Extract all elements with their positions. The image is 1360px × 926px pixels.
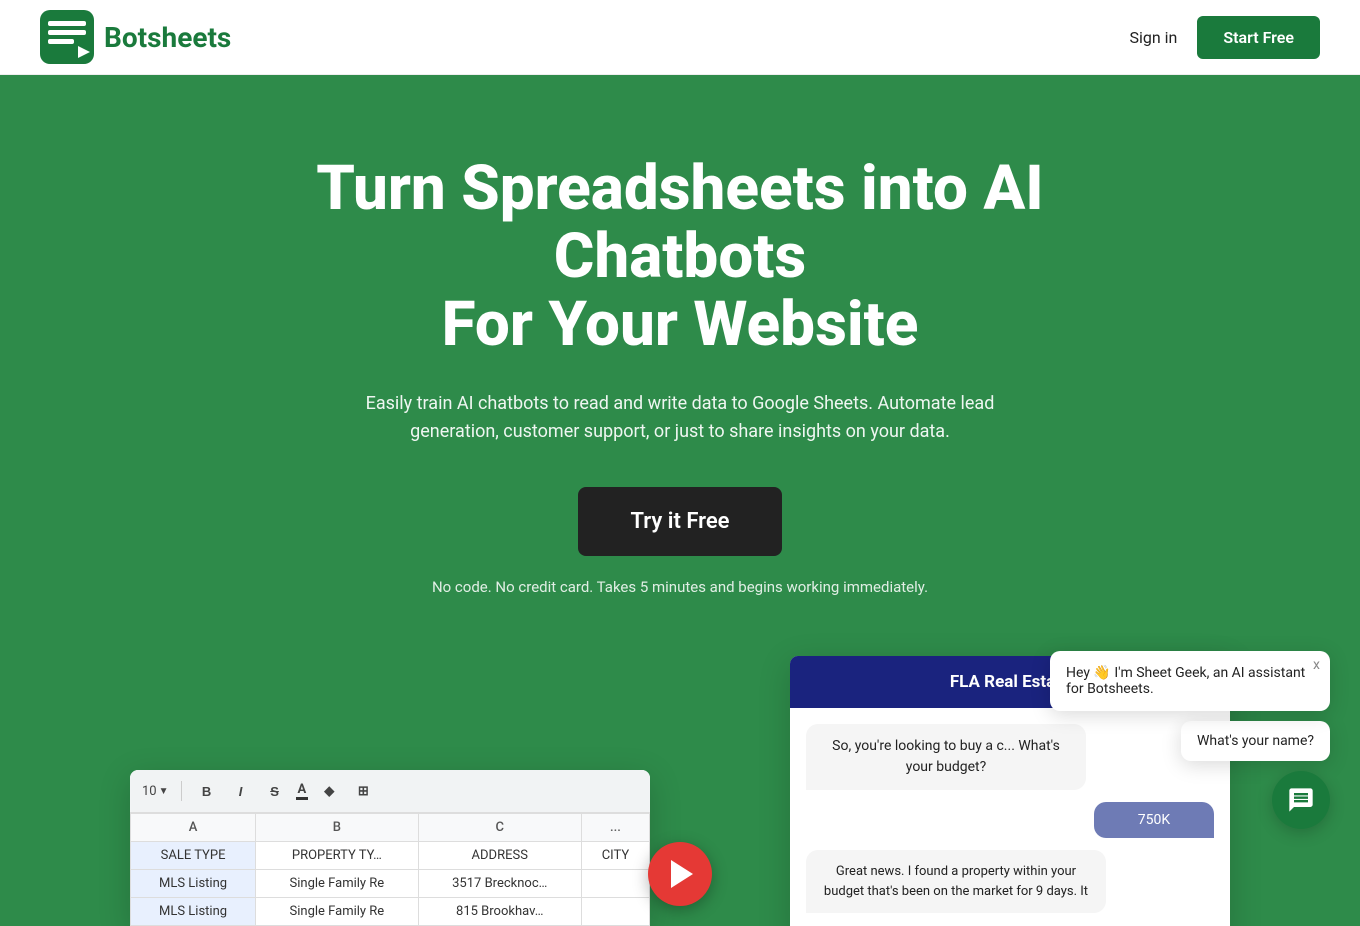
- chat-bubble-bot-2: Great news. I found a property within yo…: [806, 850, 1106, 913]
- logo-icon: [40, 10, 94, 64]
- cell-c2: 3517 Brecknoc…: [418, 870, 581, 898]
- spreadsheet-mock: 10 ▼ B I S A ◆ ⊞ A B C ...: [130, 770, 650, 926]
- cell-d2: [581, 870, 649, 898]
- cell-b1: PROPERTY TY…: [256, 842, 419, 870]
- chatbot-widget: Hey 👋 I'm Sheet Geek, an AI assistant fo…: [1050, 651, 1330, 829]
- logo-text: Botsheets: [104, 21, 231, 54]
- cell-a1: SALE TYPE: [131, 842, 256, 870]
- chatbot-name-bubble: What's your name?: [1181, 721, 1330, 761]
- table-row: MLS Listing Single Family Re 3517 Breckn…: [131, 870, 650, 898]
- logo-link[interactable]: Botsheets: [40, 10, 231, 64]
- hero-headline-line2: For Your Website: [442, 288, 919, 361]
- font-size-arrow-down: ▼: [159, 786, 169, 797]
- try-free-button[interactable]: Try it Free: [578, 487, 781, 556]
- toolbar-fill[interactable]: ◆: [316, 778, 342, 804]
- cell-b2: Single Family Re: [256, 870, 419, 898]
- font-size-value: 10: [142, 784, 157, 799]
- hero-headline: Turn Spreadsheets into AI Chatbots For Y…: [230, 155, 1130, 360]
- toolbar-grid[interactable]: ⊞: [350, 778, 376, 804]
- play-icon: [671, 860, 693, 888]
- spreadsheet-table: A B C ... SALE TYPE PROPERTY TY… ADDRESS…: [130, 813, 650, 926]
- col-header-b: B: [256, 814, 419, 842]
- toolbar-font-color: A: [296, 782, 309, 800]
- table-row: SALE TYPE PROPERTY TY… ADDRESS CITY: [131, 842, 650, 870]
- toolbar-bold[interactable]: B: [194, 778, 220, 804]
- hero-headline-line1: Turn Spreadsheets into AI Chatbots: [316, 152, 1043, 293]
- cell-c1: ADDRESS: [418, 842, 581, 870]
- col-header-d: ...: [581, 814, 649, 842]
- cell-b3: Single Family Re: [256, 898, 419, 926]
- cell-c3: 815 Brookhav…: [418, 898, 581, 926]
- start-free-button[interactable]: Start Free: [1197, 16, 1320, 59]
- toolbar-divider: [181, 781, 182, 801]
- play-button[interactable]: [648, 842, 712, 906]
- col-header-c: C: [418, 814, 581, 842]
- col-header-a: A: [131, 814, 256, 842]
- table-row: MLS Listing Single Family Re 815 Brookha…: [131, 898, 650, 926]
- chat-icon: [1287, 786, 1315, 814]
- chatbot-toast-close[interactable]: x: [1313, 657, 1320, 673]
- nav-actions: Sign in Start Free: [1129, 16, 1320, 59]
- no-code-text: No code. No credit card. Takes 5 minutes…: [40, 578, 1320, 596]
- toolbar-font-size: 10 ▼: [142, 784, 169, 799]
- chat-bubble-bot-1: So, you're looking to buy a c... What's …: [806, 724, 1086, 790]
- cell-a3: MLS Listing: [131, 898, 256, 926]
- signin-button[interactable]: Sign in: [1129, 28, 1177, 47]
- toolbar-italic[interactable]: I: [228, 778, 254, 804]
- navbar: Botsheets Sign in Start Free: [0, 0, 1360, 75]
- spreadsheet-toolbar: 10 ▼ B I S A ◆ ⊞: [130, 770, 650, 813]
- cell-a2: MLS Listing: [131, 870, 256, 898]
- chatbot-icon-button[interactable]: [1272, 771, 1330, 829]
- chatbot-toast: Hey 👋 I'm Sheet Geek, an AI assistant fo…: [1050, 651, 1330, 711]
- chatbot-toast-text: Hey 👋 I'm Sheet Geek, an AI assistant fo…: [1066, 665, 1305, 697]
- cell-d1: CITY: [581, 842, 649, 870]
- cell-d3: [581, 898, 649, 926]
- toolbar-strikethrough[interactable]: S: [262, 778, 288, 804]
- hero-subtext: Easily train AI chatbots to read and wri…: [340, 390, 1020, 448]
